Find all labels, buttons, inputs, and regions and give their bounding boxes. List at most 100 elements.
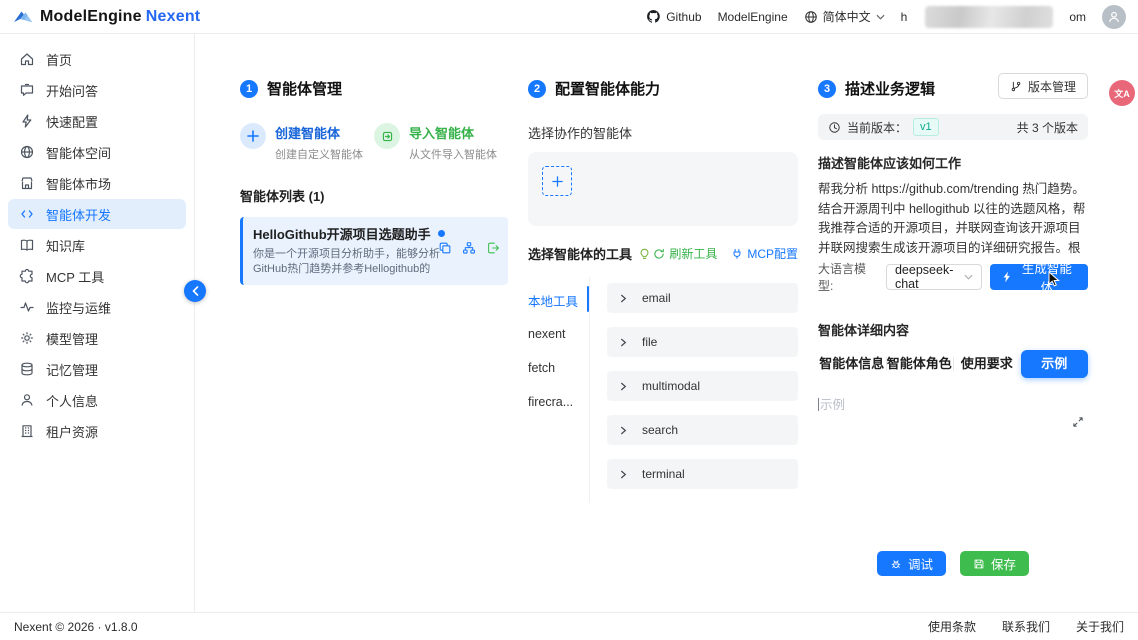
prompt-label: 描述智能体应该如何工作 <box>818 156 962 171</box>
collab-agents-label: 选择协作的智能体 <box>528 126 633 141</box>
agent-card-actions <box>438 241 500 255</box>
step2-header: 2 配置智能体能力 <box>528 78 798 99</box>
sidebar-item-label: 模型管理 <box>46 331 99 347</box>
logo-icon <box>12 7 34 27</box>
llm-label: 大语言模型: <box>818 262 867 293</box>
tool-group-label: search <box>642 423 679 437</box>
sidebar-item-agent-space[interactable]: 智能体空间 <box>8 137 186 167</box>
step1-number-badge: 1 <box>240 79 258 98</box>
step1-header: 1 智能体管理 <box>240 78 508 99</box>
language-switcher[interactable]: 简体中文 <box>804 8 885 25</box>
agent-hierarchy-icon[interactable] <box>462 241 476 255</box>
sidebar-item-label: 记忆管理 <box>46 362 99 378</box>
sidebar-item-label: 智能体市场 <box>46 176 112 192</box>
top-bar: ModelEngine Nexent Github ModelEngine 简体中… <box>0 0 1138 34</box>
prompt-textarea[interactable]: 帮我分析 https://github.com/trending 热门趋势。 结… <box>818 180 1088 254</box>
version-badge: v1 <box>913 118 939 136</box>
tool-group-search[interactable]: search <box>607 415 798 445</box>
export-agent-icon[interactable] <box>486 241 500 255</box>
app-logo: ModelEngine Nexent <box>12 7 200 27</box>
llm-row: 大语言模型: deepseek-chat 生成智能体 <box>818 260 1088 295</box>
copy-agent-icon[interactable] <box>438 241 452 255</box>
add-collab-agent-button[interactable] <box>542 166 572 196</box>
tool-tab-nexent[interactable]: nexent <box>528 317 589 351</box>
debug-label: 调试 <box>907 558 933 572</box>
chevron-right-icon <box>619 338 628 347</box>
tab-agent-info[interactable]: 智能体信息 <box>818 350 886 378</box>
llm-select[interactable]: deepseek-chat <box>885 263 982 291</box>
tool-group-terminal[interactable]: terminal <box>607 459 798 489</box>
import-agent-button[interactable]: 导入智能体 从文件导入智能体 <box>374 123 508 162</box>
agent-card-description: 你是一个开源项目分析助手，能够分析GitHub热门趋势并参考Hellogithu… <box>253 248 440 275</box>
tool-tab-fetch[interactable]: fetch <box>528 351 589 385</box>
sidebar-item-memory-management[interactable]: 记忆管理 <box>8 354 186 384</box>
refresh-tools-button[interactable]: 刷新工具 <box>653 245 717 262</box>
agent-card[interactable]: HelloGithub开源项目选题助手 你是一个开源项目分析助手，能够分析Git… <box>240 217 508 285</box>
sidebar-item-home[interactable]: 首页 <box>8 44 186 74</box>
tool-group-multimodal[interactable]: multimodal <box>607 371 798 401</box>
version-manage-button[interactable]: 版本管理 <box>997 73 1088 99</box>
version-manage-label: 版本管理 <box>1027 79 1076 94</box>
home-icon <box>19 51 35 67</box>
tool-group-file[interactable]: file <box>607 327 798 357</box>
tab-example[interactable]: 示例 <box>1020 350 1088 378</box>
capability-config-panel: 2 配置智能体能力 选择协作的智能体 选择智能体的工具 刷新工具 MCP配置 本… <box>528 34 798 612</box>
sidebar-item-label: 快速配置 <box>46 114 99 130</box>
tool-tab-local[interactable]: 本地工具 <box>528 283 589 317</box>
expand-icon[interactable] <box>1072 416 1084 428</box>
create-agent-button[interactable]: 创建智能体 创建自定义智能体 <box>240 123 374 162</box>
sidebar-item-mcp-tools[interactable]: MCP 工具 <box>8 261 186 291</box>
history-clock-icon <box>828 121 841 134</box>
tab-usage-requirements[interactable]: 使用要求 <box>953 350 1021 378</box>
sidebar-item-label: 智能体开发 <box>46 207 112 223</box>
step1-title: 智能体管理 <box>267 81 343 98</box>
agent-actions-row: 创建智能体 创建自定义智能体 导入智能体 从文件导入智能体 <box>240 123 508 162</box>
current-version-label: 当前版本： <box>847 120 908 135</box>
debug-button[interactable]: 调试 <box>876 551 946 576</box>
sidebar-item-tenant-resources[interactable]: 租户资源 <box>8 416 186 446</box>
tab-agent-role[interactable]: 智能体角色 <box>885 350 954 378</box>
language-label: 简体中文 <box>822 10 871 24</box>
globe-icon <box>804 10 818 24</box>
bolt-icon <box>19 113 35 129</box>
sidebar-collapse-button[interactable] <box>184 280 206 302</box>
import-agent-label: 导入智能体 <box>409 126 475 141</box>
terms-link[interactable]: 使用条款 <box>928 618 976 635</box>
tool-group-email[interactable]: email <box>607 283 798 313</box>
business-logic-panel: 3 描述业务逻辑 版本管理 当前版本： v1 共 3 个版本 描述智能体应该如何… <box>818 34 1088 612</box>
sidebar-item-profile[interactable]: 个人信息 <box>8 385 186 415</box>
sidebar-item-model-management[interactable]: 模型管理 <box>8 323 186 353</box>
sidebar-item-label: 租户资源 <box>46 424 99 440</box>
building-icon <box>19 423 35 439</box>
sidebar-item-agent-market[interactable]: 智能体市场 <box>8 168 186 198</box>
sidebar-item-agent-dev[interactable]: 智能体开发 <box>8 199 186 229</box>
contact-link[interactable]: 联系我们 <box>1002 618 1050 635</box>
save-button[interactable]: 保存 <box>960 551 1030 576</box>
create-agent-subtitle: 创建自定义智能体 <box>275 149 363 161</box>
database-icon <box>19 361 35 377</box>
gear-icon <box>19 330 35 346</box>
store-icon <box>19 175 35 191</box>
translate-icon: 文A <box>1114 88 1130 99</box>
chevron-right-icon <box>619 470 628 479</box>
logo-text: ModelEngine Nexent <box>40 7 201 25</box>
sidebar-item-qa[interactable]: 开始问答 <box>8 75 186 105</box>
sidebar-item-knowledge-base[interactable]: 知识库 <box>8 230 186 260</box>
refresh-icon <box>653 248 665 260</box>
tool-tab-firecrawl[interactable]: firecra... <box>528 385 589 419</box>
branch-icon <box>1010 80 1022 93</box>
github-link[interactable]: Github <box>646 9 702 24</box>
example-placeholder: 示例 <box>820 398 846 412</box>
sidebar-item-quick-config[interactable]: 快速配置 <box>8 106 186 136</box>
sidebar-item-monitoring[interactable]: 监控与运维 <box>8 292 186 322</box>
translate-fab-button[interactable]: 文A <box>1109 80 1135 106</box>
avatar[interactable] <box>1102 4 1126 29</box>
modelengine-link[interactable]: ModelEngine <box>718 10 788 24</box>
about-link[interactable]: 关于我们 <box>1076 618 1124 635</box>
main-content: 1 智能体管理 创建智能体 创建自定义智能体 导入智能体 从文件导入智能体 智能… <box>195 34 1138 612</box>
plus-icon <box>240 123 266 149</box>
github-label: Github <box>666 9 702 24</box>
mcp-config-button[interactable]: MCP配置 <box>731 245 798 262</box>
status-dot <box>437 230 445 237</box>
generate-agent-button[interactable]: 生成智能体 <box>989 262 1088 295</box>
